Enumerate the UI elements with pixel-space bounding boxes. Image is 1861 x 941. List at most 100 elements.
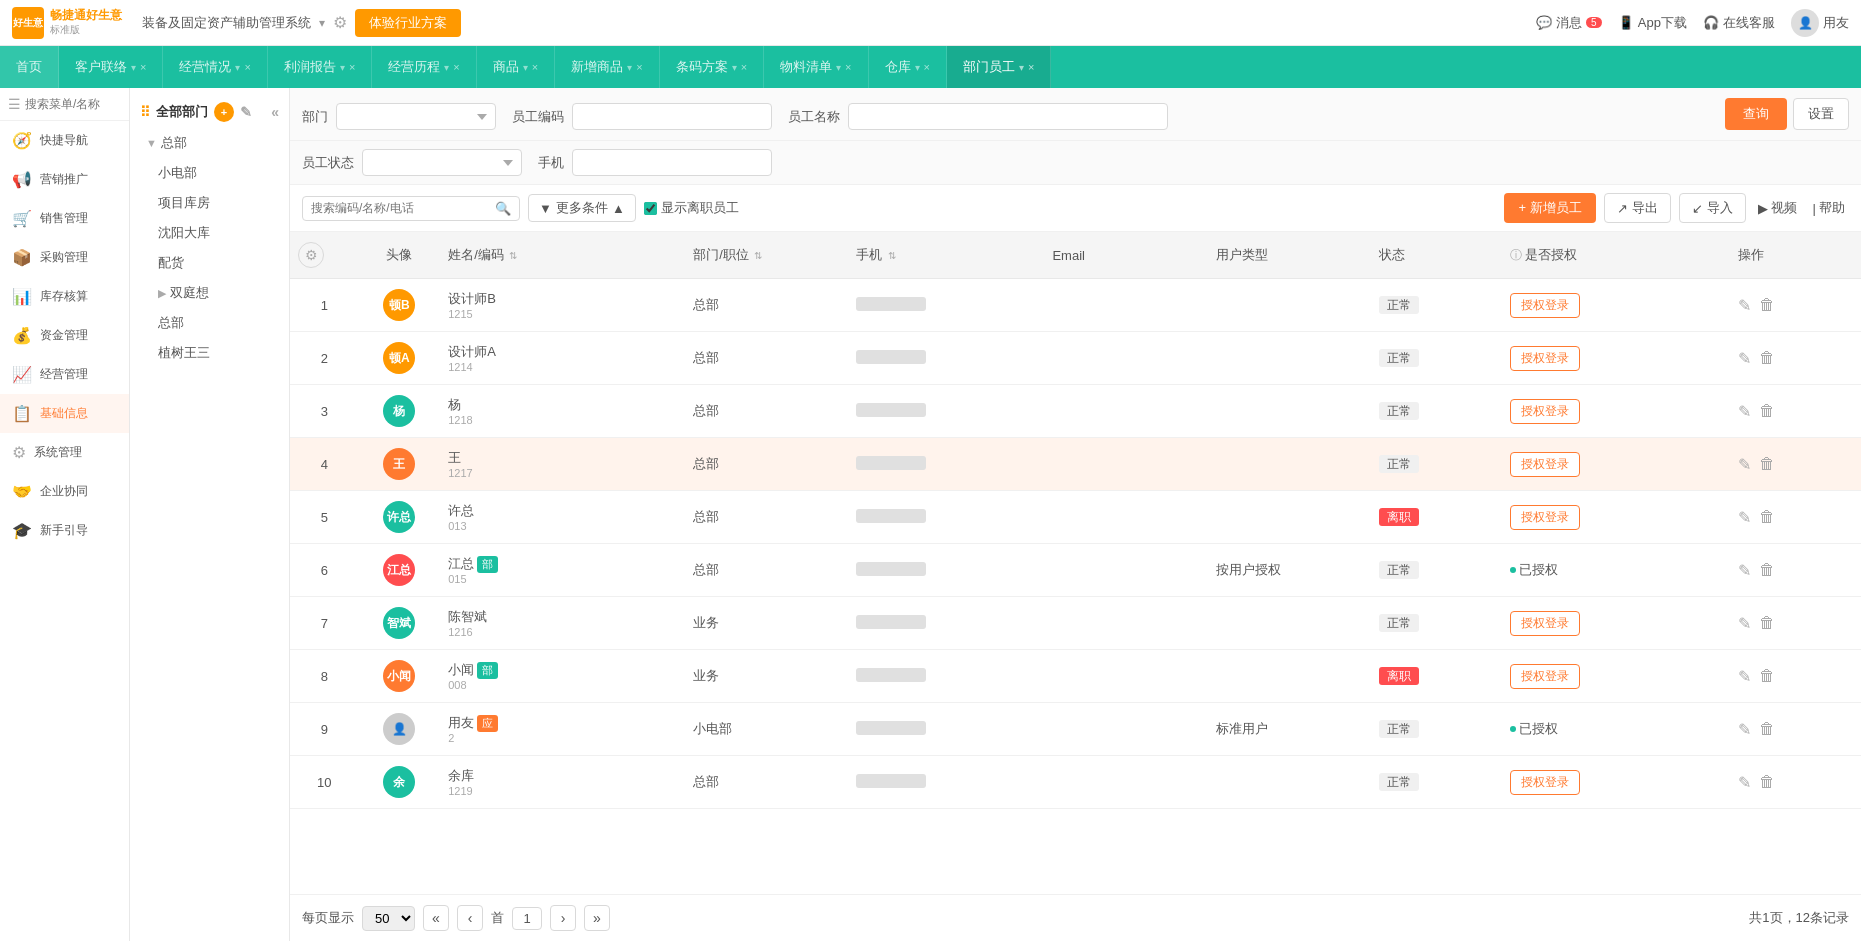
- first-page-btn[interactable]: «: [423, 905, 449, 931]
- tab-add-goods-close[interactable]: ×: [636, 61, 642, 73]
- delete-icon[interactable]: 🗑: [1759, 561, 1775, 580]
- export-btn[interactable]: ↗ 导出: [1604, 193, 1671, 223]
- search-icon[interactable]: 🔍: [495, 201, 511, 216]
- dept-item-plant[interactable]: 植树王三: [130, 338, 289, 368]
- edit-icon[interactable]: ✎: [1738, 402, 1751, 421]
- help-btn[interactable]: | 帮助: [1809, 199, 1849, 217]
- sidebar-item-operations[interactable]: 📈 经营管理: [0, 355, 129, 394]
- filter-dept-select[interactable]: [336, 103, 496, 130]
- tab-goods[interactable]: 商品 ▾ ×: [477, 46, 555, 88]
- show-resigned-checkbox[interactable]: [644, 202, 657, 215]
- tab-barcode-close[interactable]: ×: [741, 61, 747, 73]
- auth-login-btn[interactable]: 授权登录: [1510, 452, 1580, 477]
- edit-icon[interactable]: ✎: [1738, 720, 1751, 739]
- edit-icon[interactable]: ✎: [1738, 455, 1751, 474]
- auth-login-btn[interactable]: 授权登录: [1510, 399, 1580, 424]
- edit-icon[interactable]: ✎: [1738, 561, 1751, 580]
- tab-warehouse[interactable]: 仓库 ▾ ×: [869, 46, 947, 88]
- delete-icon[interactable]: 🗑: [1759, 667, 1775, 686]
- per-page-select[interactable]: 50: [362, 906, 415, 931]
- dept-item-double-dream[interactable]: ▶ 双庭想: [130, 278, 289, 308]
- sidebar-item-purchase[interactable]: 📦 采购管理: [0, 238, 129, 277]
- auth-login-btn[interactable]: 授权登录: [1510, 505, 1580, 530]
- sidebar-item-finance[interactable]: 💰 资金管理: [0, 316, 129, 355]
- sidebar-item-marketing[interactable]: 📢 营销推广: [0, 160, 129, 199]
- message-btn[interactable]: 💬 消息 5: [1536, 14, 1602, 32]
- tab-history-close[interactable]: ×: [453, 61, 459, 73]
- delete-icon[interactable]: 🗑: [1759, 720, 1775, 739]
- query-button[interactable]: 查询: [1725, 98, 1787, 130]
- show-resigned-label[interactable]: 显示离职员工: [644, 199, 739, 217]
- sidebar-item-sales[interactable]: 🛒 销售管理: [0, 199, 129, 238]
- dept-item-general[interactable]: ▼ 总部: [130, 128, 289, 158]
- filter-emp-code-input[interactable]: [572, 103, 772, 130]
- next-page-btn[interactable]: ›: [550, 905, 576, 931]
- auth-login-btn[interactable]: 授权登录: [1510, 664, 1580, 689]
- auth-login-btn[interactable]: 授权登录: [1510, 346, 1580, 371]
- tab-employees-close[interactable]: ×: [1028, 61, 1034, 73]
- last-page-btn[interactable]: »: [584, 905, 610, 931]
- more-filters-btn[interactable]: ▼ 更多条件 ▲: [528, 194, 636, 222]
- table-settings-icon[interactable]: ⚙: [298, 242, 324, 268]
- edit-icon[interactable]: ✎: [1738, 349, 1751, 368]
- filter-phone-input[interactable]: [572, 149, 772, 176]
- tab-customer-close[interactable]: ×: [140, 61, 146, 73]
- auth-login-btn[interactable]: 授权登录: [1510, 611, 1580, 636]
- dept-item-project[interactable]: 项目库房: [130, 188, 289, 218]
- delete-icon[interactable]: 🗑: [1759, 614, 1775, 633]
- tab-home[interactable]: 首页: [0, 46, 59, 88]
- current-page[interactable]: 1: [512, 907, 542, 930]
- user-profile[interactable]: 👤 用友: [1791, 9, 1849, 37]
- delete-icon[interactable]: 🗑: [1759, 402, 1775, 421]
- tab-operations[interactable]: 经营情况 ▾ ×: [163, 46, 267, 88]
- sidebar-item-guide[interactable]: 🎓 新手引导: [0, 511, 129, 550]
- tab-goods-close[interactable]: ×: [532, 61, 538, 73]
- sidebar-item-basic[interactable]: 📋 基础信息: [0, 394, 129, 433]
- delete-icon[interactable]: 🗑: [1759, 773, 1775, 792]
- add-employee-btn[interactable]: + 新增员工: [1504, 193, 1595, 223]
- dept-tree-edit-icon[interactable]: ✎: [240, 104, 252, 120]
- filter-emp-status-select[interactable]: [362, 149, 522, 176]
- dept-item-delivery[interactable]: 配货: [130, 248, 289, 278]
- edit-icon[interactable]: ✎: [1738, 667, 1751, 686]
- delete-icon[interactable]: 🗑: [1759, 508, 1775, 527]
- trial-button[interactable]: 体验行业方案: [355, 9, 461, 37]
- edit-icon[interactable]: ✎: [1738, 508, 1751, 527]
- dept-add-btn[interactable]: +: [214, 102, 234, 122]
- th-name[interactable]: 姓名/编码 ⇅: [440, 232, 685, 279]
- edit-icon[interactable]: ✎: [1738, 296, 1751, 315]
- video-btn[interactable]: ▶ 视频: [1754, 199, 1801, 217]
- title-dropdown-icon[interactable]: ▾: [319, 16, 325, 30]
- tab-history[interactable]: 经营历程 ▾ ×: [372, 46, 476, 88]
- tab-profit-close[interactable]: ×: [349, 61, 355, 73]
- sidebar-item-system[interactable]: ⚙ 系统管理: [0, 433, 129, 472]
- dept-item-shenyang[interactable]: 沈阳大库: [130, 218, 289, 248]
- auth-login-btn[interactable]: 授权登录: [1510, 293, 1580, 318]
- tab-operations-close[interactable]: ×: [244, 61, 250, 73]
- tab-barcode[interactable]: 条码方案 ▾ ×: [660, 46, 764, 88]
- edit-icon[interactable]: ✎: [1738, 773, 1751, 792]
- sidebar-item-enterprise[interactable]: 🤝 企业协同: [0, 472, 129, 511]
- delete-icon[interactable]: 🗑: [1759, 296, 1775, 315]
- dept-item-hq[interactable]: 总部: [130, 308, 289, 338]
- tab-employees[interactable]: 部门员工 ▾ ×: [947, 46, 1051, 88]
- search-input[interactable]: [311, 201, 491, 215]
- online-service-btn[interactable]: 🎧 在线客服: [1703, 14, 1775, 32]
- filter-emp-name-input[interactable]: [848, 103, 1168, 130]
- th-phone[interactable]: 手机 ⇅: [848, 232, 1044, 279]
- dept-tree-collapse-btn[interactable]: «: [271, 104, 279, 120]
- sidebar-item-quick[interactable]: 🧭 快捷导航: [0, 121, 129, 160]
- tab-bom[interactable]: 物料清单 ▾ ×: [764, 46, 868, 88]
- settings-icon[interactable]: ⚙: [333, 13, 347, 32]
- prev-page-btn[interactable]: ‹: [457, 905, 483, 931]
- sidebar-item-inventory[interactable]: 📊 库存核算: [0, 277, 129, 316]
- tab-warehouse-close[interactable]: ×: [924, 61, 930, 73]
- tab-add-goods[interactable]: 新增商品 ▾ ×: [555, 46, 659, 88]
- import-btn[interactable]: ↙ 导入: [1679, 193, 1746, 223]
- tab-customer[interactable]: 客户联络 ▾ ×: [59, 46, 163, 88]
- delete-icon[interactable]: 🗑: [1759, 349, 1775, 368]
- auth-login-btn[interactable]: 授权登录: [1510, 770, 1580, 795]
- tab-bom-close[interactable]: ×: [845, 61, 851, 73]
- dept-item-small-elec[interactable]: 小电部: [130, 158, 289, 188]
- delete-icon[interactable]: 🗑: [1759, 455, 1775, 474]
